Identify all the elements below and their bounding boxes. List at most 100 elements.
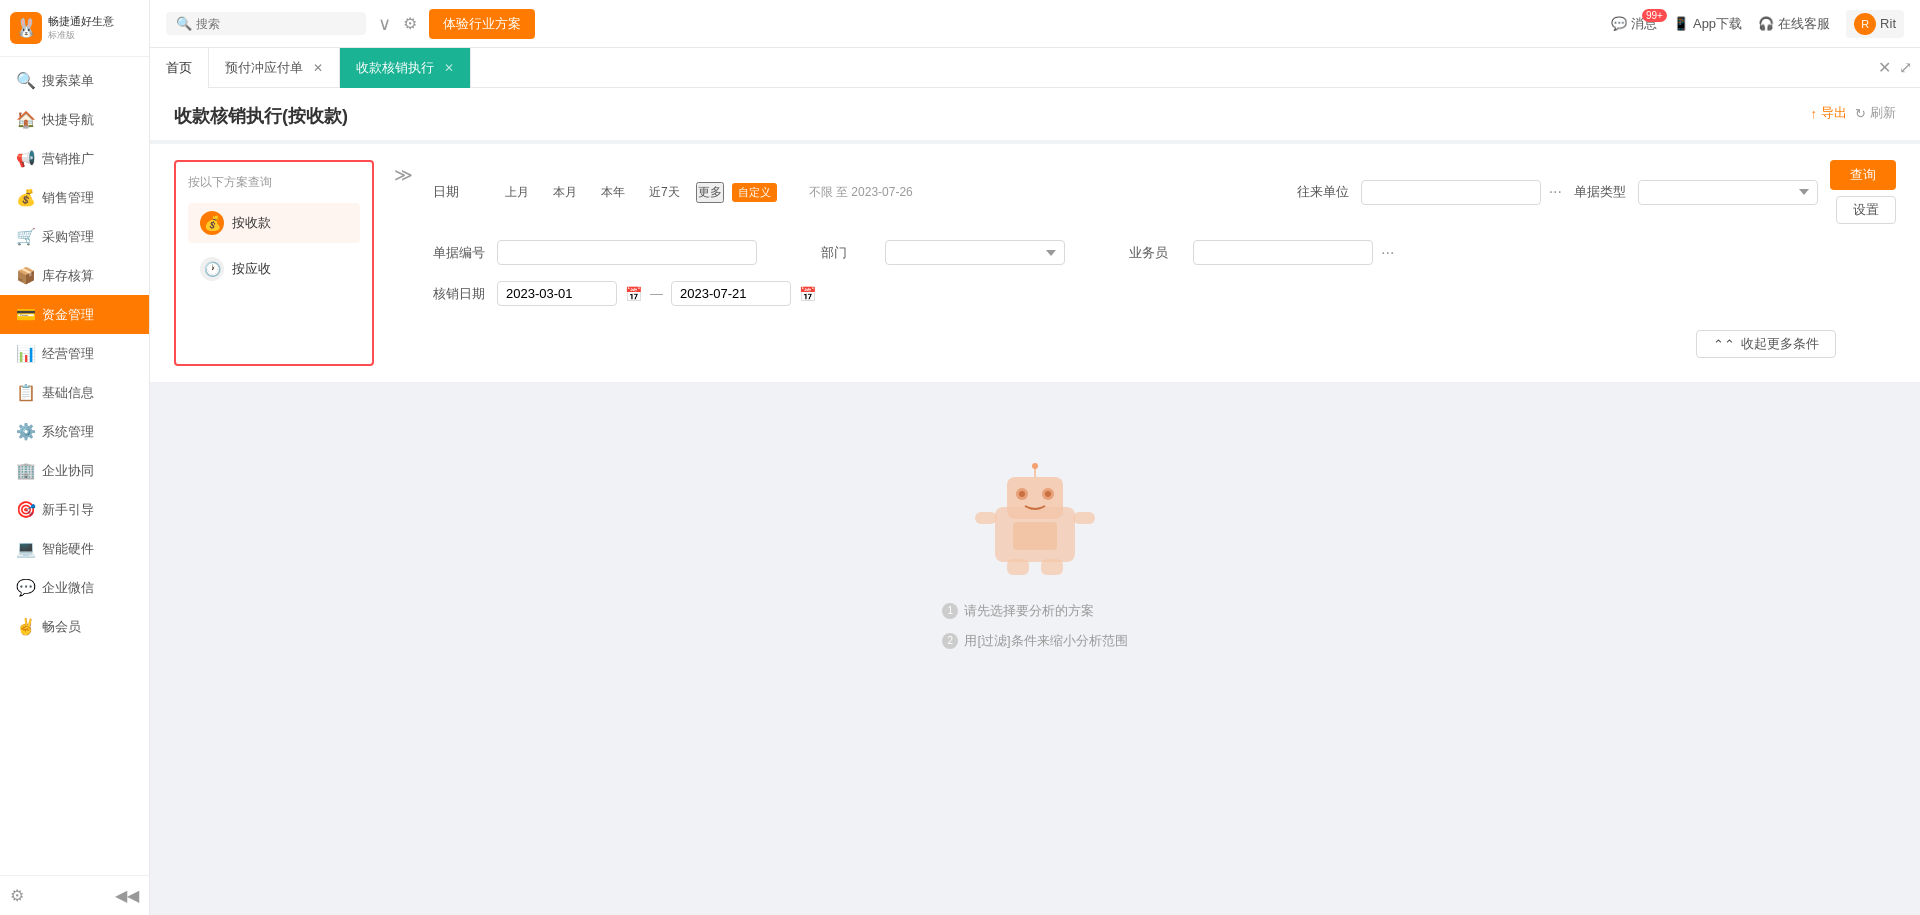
more-conditions-button[interactable]: ⌃⌃ 收起更多条件 [1696,330,1836,358]
date-btn-last-month[interactable]: 上月 [497,181,537,204]
tab-home-label: 首页 [166,59,192,77]
sidebar-item-inventory[interactable]: 📦 库存核算 [0,256,149,295]
page-header: 收款核销执行(按收款) ↑ 导出 ↻ 刷新 [150,88,1920,140]
message-icon: 💬 [1611,16,1627,31]
date-btn-more[interactable]: 更多 [696,182,724,203]
right-filters: 往来单位 ··· 单据类型 查询 [1297,160,1896,224]
logo-title: 畅捷通好生意 [48,14,114,28]
doc-type-select[interactable] [1638,180,1818,205]
sidebar-item-quick-nav[interactable]: 🏠 快捷导航 [0,100,149,139]
svg-rect-9 [1073,512,1095,524]
svg-rect-11 [1041,559,1063,575]
purchase-icon: 🛒 [16,227,34,246]
date-unlimited-text: 不限 至 2023-07-26 [809,184,913,201]
sidebar-item-operation[interactable]: 📊 经营管理 [0,334,149,373]
sidebar-item-finance[interactable]: 💳 资金管理 [0,295,149,334]
sidebar-item-basic-info[interactable]: 📋 基础信息 [0,373,149,412]
filter-field-date: 日期 上月 本月 本年 近7天 更多 自定义 [433,181,777,204]
svg-rect-8 [975,512,997,524]
topbar-dropdown-icon[interactable]: ∨ [378,13,391,35]
date-btn-this-year[interactable]: 本年 [593,181,633,204]
tabbar-expand-icon[interactable]: ⤢ [1899,58,1912,77]
filter-row-3: 核销日期 📅 — 📅 [433,281,1896,306]
logo-icon: 🐰 [10,12,42,44]
tab-receipt-verify-close[interactable]: ✕ [444,61,454,75]
sidebar-label-wechat: 企业微信 [42,579,94,597]
tab-home[interactable]: 首页 [150,48,209,88]
sidebar-label-inventory: 库存核算 [42,267,94,285]
sidebar-item-search[interactable]: 🔍 搜索菜单 [0,61,149,100]
export-button[interactable]: ↑ 导出 [1811,104,1848,122]
sidebar-bottom: ⚙ ◀◀ [0,875,149,915]
refresh-button[interactable]: ↻ 刷新 [1855,104,1896,122]
query-button[interactable]: 查询 [1830,160,1896,190]
receipt-option-label: 按收款 [232,214,271,232]
filter-field-staff: 业务员 ··· [1129,240,1394,265]
topbar-service[interactable]: 🎧 在线客服 [1758,15,1830,33]
topbar-search-container[interactable]: 🔍 [166,12,366,35]
svg-point-7 [1032,463,1038,469]
verify-date-end-input[interactable] [671,281,791,306]
refresh-icon: ↻ [1855,106,1866,121]
filter-option-receivable[interactable]: 🕐 按应收 [188,249,360,289]
sidebar-item-enterprise[interactable]: 🏢 企业协同 [0,451,149,490]
sidebar-nav: 🔍 搜索菜单 🏠 快捷导航 📢 营销推广 💰 销售管理 🛒 采购管理 📦 库存核… [0,57,149,875]
topbar-user[interactable]: R Rit [1846,10,1904,38]
svg-point-5 [1045,491,1051,497]
sidebar-item-wechat[interactable]: 💬 企业微信 [0,568,149,607]
tab-prepay-label: 预付冲应付单 [225,59,303,77]
counterparty-ellipsis[interactable]: ··· [1549,183,1562,201]
collapse-icon[interactable]: ◀◀ [115,886,139,905]
tab-prepay[interactable]: 预付冲应付单 ✕ [209,48,340,88]
verify-date-start-input[interactable] [497,281,617,306]
settings-icon[interactable]: ⚙ [10,886,24,905]
sidebar-label-operation: 经营管理 [42,345,94,363]
date-separator: — [650,286,663,301]
hardware-icon: 💻 [16,539,34,558]
finance-icon: 💳 [16,305,34,324]
topbar-app-download[interactable]: 📱 App下载 [1673,15,1742,33]
sidebar-item-sales[interactable]: 💰 销售管理 [0,178,149,217]
tab-prepay-close[interactable]: ✕ [313,61,323,75]
receivable-option-icon: 🕐 [200,257,224,281]
solution-button[interactable]: 体验行业方案 [429,9,535,39]
filter-settings-button[interactable]: 设置 [1836,196,1896,224]
search-icon: 🔍 [16,71,34,90]
sidebar-label-purchase: 采购管理 [42,228,94,246]
sidebar-item-hardware[interactable]: 💻 智能硬件 [0,529,149,568]
counterparty-label: 往来单位 [1297,183,1353,201]
doc-type-label: 单据类型 [1574,183,1630,201]
date-btn-this-month[interactable]: 本月 [545,181,585,204]
counterparty-input[interactable] [1361,180,1541,205]
sidebar-item-purchase[interactable]: 🛒 采购管理 [0,217,149,256]
date-group: 上月 本月 本年 近7天 更多 自定义 [497,181,777,204]
dept-select[interactable] [885,240,1065,265]
date-btn-7days[interactable]: 近7天 [641,181,688,204]
doc-number-input[interactable] [497,240,757,265]
staff-input[interactable] [1193,240,1373,265]
sidebar-item-vip[interactable]: ✌️ 畅会员 [0,607,149,646]
staff-ellipsis[interactable]: ··· [1381,244,1394,262]
verify-date-start-calendar[interactable]: 📅 [625,286,642,302]
topbar-gear-icon[interactable]: ⚙ [403,14,417,33]
filter-option-receipt[interactable]: 💰 按收款 [188,203,360,243]
filter-sidebar: 按以下方案查询 💰 按收款 🕐 按应收 [174,160,374,366]
user-name: Rit [1880,16,1896,31]
topbar-message[interactable]: 💬 消息 99+ [1611,15,1657,33]
logo-badge: 标准版 [48,29,114,42]
query-actions: 查询 设置 [1830,160,1896,224]
sidebar-item-marketing[interactable]: 📢 营销推广 [0,139,149,178]
tab-receipt-verify[interactable]: 收款核销执行 ✕ [340,48,471,88]
filter-field-verify-date: 核销日期 📅 — 📅 [433,281,816,306]
sidebar-item-system[interactable]: ⚙️ 系统管理 [0,412,149,451]
wechat-icon: 💬 [16,578,34,597]
filter-collapse-button[interactable]: ≫ [390,164,417,186]
tip1-num: 1 [942,603,958,619]
inventory-icon: 📦 [16,266,34,285]
tabbar-close-icon[interactable]: ✕ [1878,58,1891,77]
search-input[interactable] [196,17,346,31]
sidebar-item-guide[interactable]: 🎯 新手引导 [0,490,149,529]
svg-point-4 [1019,491,1025,497]
verify-date-end-calendar[interactable]: 📅 [799,286,816,302]
sidebar-label-vip: 畅会员 [42,618,81,636]
